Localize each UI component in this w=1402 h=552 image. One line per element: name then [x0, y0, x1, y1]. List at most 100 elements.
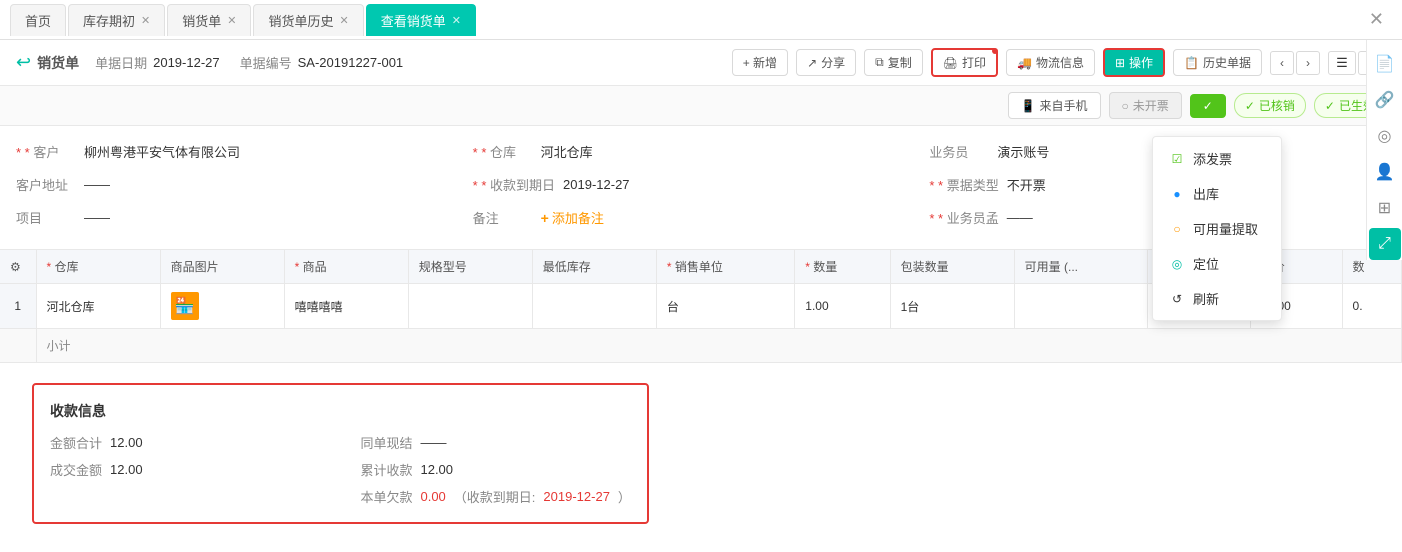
available-header: 可用量 (...: [1014, 250, 1148, 284]
tab-history-close[interactable]: ✕: [340, 14, 349, 27]
refresh-icon: ↺: [1169, 291, 1185, 307]
tab-history-label: 销货单历史: [268, 11, 333, 30]
locate-item[interactable]: ◎ 定位: [1153, 246, 1281, 281]
out-stock-item[interactable]: ● 出库: [1153, 176, 1281, 211]
from-phone-button[interactable]: 📱 来自手机: [1008, 92, 1101, 119]
sidebar-doc-icon[interactable]: 📄: [1369, 48, 1401, 80]
spec-header: 规格型号: [408, 250, 532, 284]
business-staff-value: ——: [1007, 210, 1033, 225]
customer-label: * 客户: [16, 142, 76, 161]
deal-amount-value: 12.00: [110, 462, 143, 477]
list-view-button[interactable]: ☰: [1328, 51, 1356, 75]
copy-icon: ⧉: [875, 55, 884, 70]
same-order-value: ——: [420, 435, 446, 450]
check-icon-effective: ✓: [1325, 99, 1335, 113]
tab-sales-history[interactable]: 销货单历史 ✕: [253, 4, 363, 36]
due-note: （收款到期日:: [454, 487, 536, 506]
deal-amount-row: 成交金额 12.00: [50, 460, 320, 479]
project-value: ——: [84, 210, 110, 225]
out-stock-label: 出库: [1193, 184, 1219, 203]
row-image-cell: 🏪: [160, 284, 284, 329]
doc-meta: 单据日期 2019-12-27 单据编号 SA-20191227-001: [95, 53, 403, 72]
warehouse-field: * 仓库 河北仓库: [473, 142, 930, 161]
staff-value: 演示账号: [997, 142, 1049, 161]
grid-icon: ⊞: [1115, 56, 1125, 70]
address-field: 客户地址 ——: [16, 175, 473, 194]
note-label: 备注: [473, 208, 533, 227]
logistics-icon: 🚚: [1017, 56, 1032, 70]
row-available-cell: [1014, 284, 1148, 329]
doc-title-section: ↩ 销货单: [16, 52, 79, 73]
subtotal-gear: [0, 329, 36, 363]
warehouse-value: 河北仓库: [541, 142, 593, 161]
print-button[interactable]: 🖨 打印: [931, 48, 998, 77]
cumulative-label: 累计收款: [360, 460, 412, 479]
doc-title-text: 销货单: [37, 53, 79, 73]
operations-dropdown: ☑ 添发票 ● 出库 ○ 可用量提取 ◎ 定位 ↺ 刷新: [1152, 136, 1282, 321]
tab-view-sales-close[interactable]: ✕: [452, 14, 461, 27]
next-button[interactable]: ›: [1296, 51, 1320, 75]
row-product-cell: 嘻嘻嘻嘻: [284, 284, 408, 329]
check-icon-cancelled: ✓: [1245, 99, 1255, 113]
out-stock-icon: ●: [1169, 186, 1185, 202]
sidebar-link-icon[interactable]: 🔗: [1369, 84, 1401, 116]
available-qty-item[interactable]: ○ 可用量提取: [1153, 211, 1281, 246]
tab-view-sales[interactable]: 查看销货单 ✕: [366, 4, 476, 36]
sidebar-user-icon[interactable]: 👤: [1369, 156, 1401, 188]
plus-icon: +: [541, 210, 549, 226]
operations-button[interactable]: ⊞ 操作: [1103, 48, 1165, 77]
address-label: 客户地址: [16, 175, 76, 194]
warehouse-label: * 仓库: [473, 142, 533, 161]
circle-icon: ○: [1122, 99, 1129, 113]
row-warehouse-cell: 河北仓库: [36, 284, 160, 329]
project-label: 项目: [16, 208, 76, 227]
doc-actions: + 新增 ↗ 分享 ⧉ 复制 🖨 打印 🚚 物流信息 ⊞ 操作: [732, 48, 1386, 77]
doc-number-label: 单据编号: [240, 53, 292, 72]
same-order-row: 同单现结 ——: [360, 433, 630, 452]
copy-button[interactable]: ⧉ 复制: [864, 49, 923, 76]
payment-section-wrapper: 收款信息 金额合计 12.00 同单现结 —— 成交金额 12.00 累计收款 …: [0, 363, 1402, 552]
due-date-value: 2019-12-27: [563, 177, 630, 192]
history-button[interactable]: 📋 历史单据: [1173, 49, 1262, 76]
window-close-button[interactable]: ✕: [1361, 5, 1392, 34]
row-unit-cell: 台: [656, 284, 794, 329]
tab-inventory-close[interactable]: ✕: [141, 14, 150, 27]
project-field: 项目 ——: [16, 208, 473, 227]
subtotal-label: 小计: [36, 329, 1402, 363]
add-invoice-item[interactable]: ☑ 添发票: [1153, 141, 1281, 176]
sidebar-table-icon[interactable]: ⊞: [1369, 192, 1401, 224]
available-qty-label: 可用量提取: [1193, 219, 1258, 238]
logistics-button[interactable]: 🚚 物流信息: [1006, 49, 1095, 76]
not-open-button[interactable]: ○ 未开票: [1109, 92, 1182, 119]
right-sidebar: 📄 🔗 ◎ 👤 ⊞ ⤢: [1366, 40, 1402, 260]
sidebar-at-icon[interactable]: ◎: [1369, 120, 1401, 152]
locate-icon: ◎: [1169, 256, 1185, 272]
due-note-close: ）: [618, 487, 631, 506]
address-value: ——: [84, 177, 110, 192]
note-field: 备注 + 添加备注: [473, 208, 930, 227]
add-note-button[interactable]: + 添加备注: [541, 208, 604, 227]
payment-section: 收款信息 金额合计 12.00 同单现结 —— 成交金额 12.00 累计收款 …: [32, 383, 649, 524]
product-image: 🏪: [171, 292, 199, 320]
new-button[interactable]: + 新增: [732, 49, 788, 76]
tab-sales-close[interactable]: ✕: [227, 14, 236, 27]
cumulative-value: 12.00: [420, 462, 453, 477]
refresh-item[interactable]: ↺ 刷新: [1153, 281, 1281, 316]
doc-title-icon: ↩: [16, 52, 31, 73]
tab-inventory-open[interactable]: 库存期初 ✕: [68, 4, 165, 36]
tab-sales-order[interactable]: 销货单 ✕: [167, 4, 251, 36]
share-icon: ↗: [807, 56, 817, 70]
tab-inventory-label: 库存期初: [83, 11, 135, 30]
prev-button[interactable]: ‹: [1270, 51, 1294, 75]
settings-header: ⚙: [0, 250, 36, 284]
sidebar-expand-icon[interactable]: ⤢: [1369, 228, 1401, 260]
share-button[interactable]: ↗ 分享: [796, 49, 856, 76]
confirm-button[interactable]: ✓: [1190, 94, 1226, 118]
due-date-field: * 收款到期日 2019-12-27: [473, 175, 930, 194]
row-num-cell: 1: [0, 284, 36, 329]
tab-home[interactable]: 首页: [10, 4, 66, 36]
staff-label: 业务员: [929, 142, 989, 161]
unit-header: * 销售单位: [656, 250, 794, 284]
ticket-type-label: * 票据类型: [929, 175, 998, 194]
customer-value: 柳州粤港平安气体有限公司: [84, 142, 240, 161]
